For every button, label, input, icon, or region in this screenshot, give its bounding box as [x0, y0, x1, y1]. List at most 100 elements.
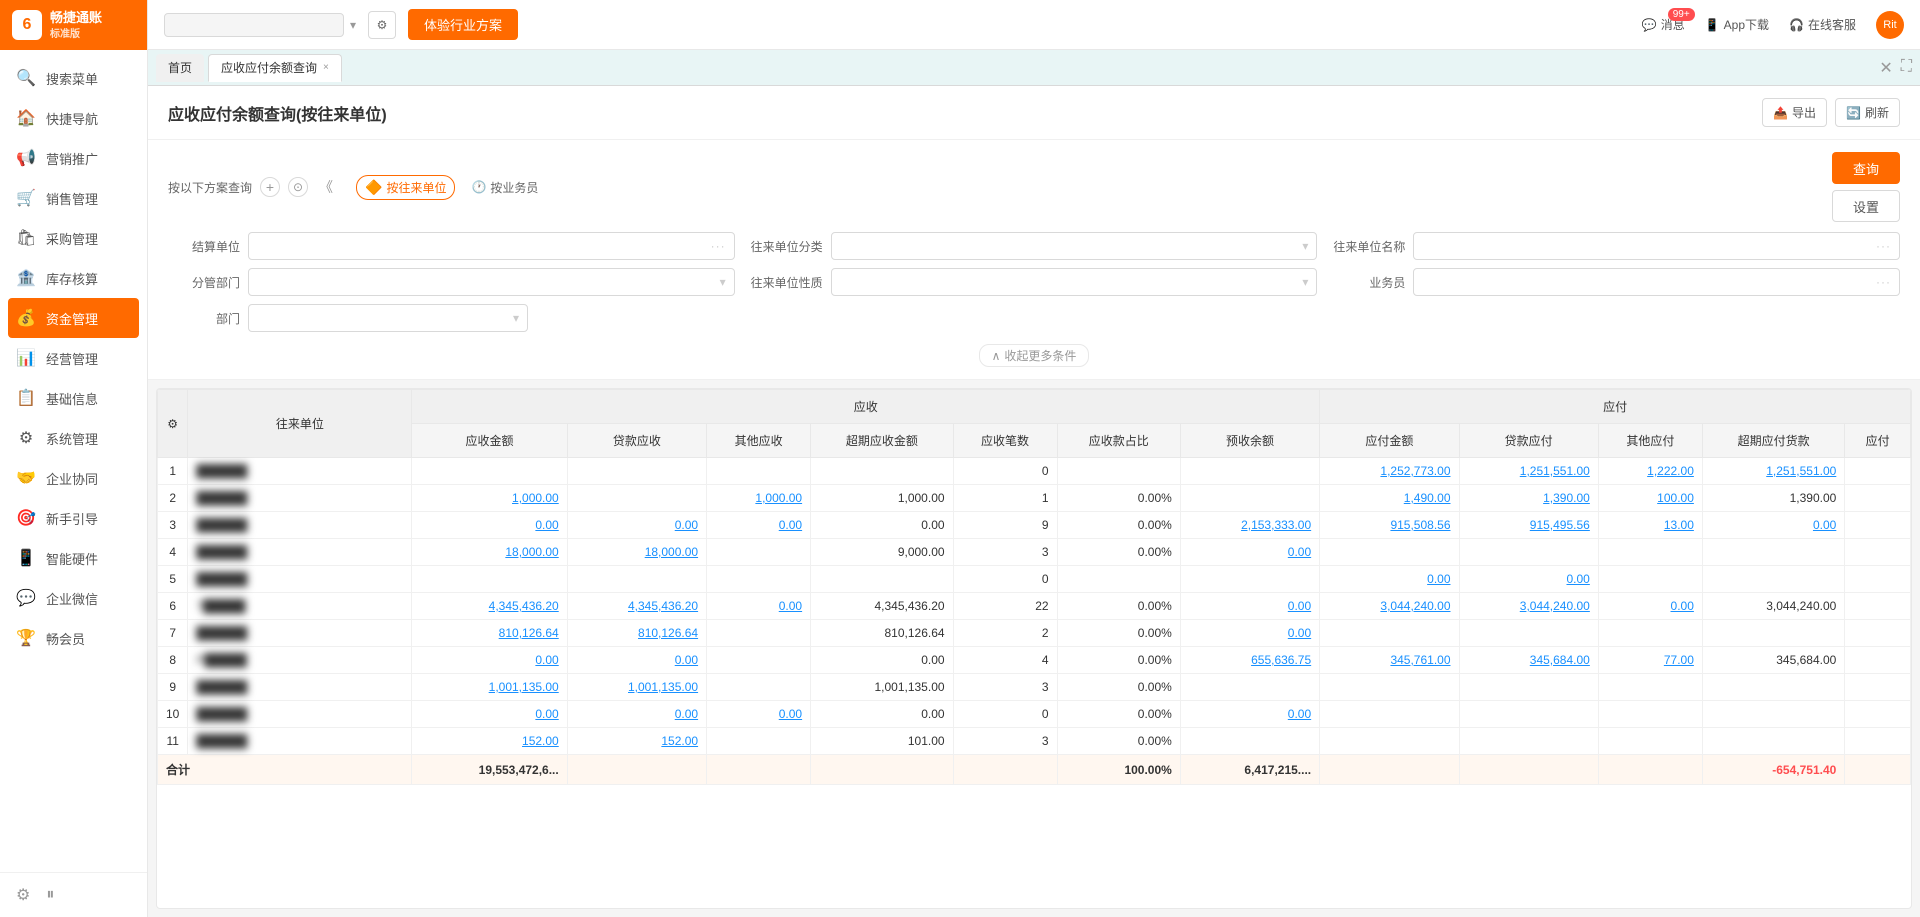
- refresh-button[interactable]: 🔄 刷新: [1835, 98, 1900, 127]
- row-pay-amount[interactable]: 3,044,240.00: [1320, 593, 1459, 620]
- export-button[interactable]: 📤 导出: [1762, 98, 1827, 127]
- filter-partner-type-input[interactable]: ▾: [831, 232, 1318, 260]
- sidebar-collapse-icon[interactable]: ⏸: [46, 886, 54, 904]
- app-download-button[interactable]: 📱 App下载: [1705, 16, 1769, 33]
- sidebar-item-purchase[interactable]: 🛍 采购管理: [0, 218, 147, 258]
- scheme-salesman[interactable]: 🕐 按业务员: [463, 176, 546, 199]
- row-recv-prepay[interactable]: 0.00: [1180, 593, 1319, 620]
- sidebar-item-weixin[interactable]: 💬 企业微信: [0, 578, 147, 618]
- row-recv-loan[interactable]: 1,001,135.00: [567, 674, 706, 701]
- row-recv-amount[interactable]: 0.00: [412, 512, 567, 539]
- row-pay-loan[interactable]: 3,044,240.00: [1459, 593, 1598, 620]
- row-partner: ██████: [188, 620, 412, 647]
- row-pay-amount[interactable]: 345,761.00: [1320, 647, 1459, 674]
- row-recv-amount[interactable]: 152.00: [412, 728, 567, 755]
- sidebar-item-collab[interactable]: 🤝 企业协同: [0, 458, 147, 498]
- row-recv-amount[interactable]: 0.00: [412, 647, 567, 674]
- query-button[interactable]: 查询: [1832, 152, 1900, 184]
- sidebar-settings-icon[interactable]: ⚙: [16, 885, 30, 905]
- row-recv-amount[interactable]: 1,001,135.00: [412, 674, 567, 701]
- row-pay-other[interactable]: 0.00: [1598, 593, 1702, 620]
- sidebar-item-system[interactable]: ⚙ 系统管理: [0, 418, 147, 458]
- row-pay-amount[interactable]: 1,252,773.00: [1320, 458, 1459, 485]
- tab-close-icon[interactable]: ×: [323, 62, 329, 73]
- tab-receivable[interactable]: 应收应付余额查询 ×: [208, 54, 342, 82]
- sidebar-item-hardware[interactable]: 📱 智能硬件: [0, 538, 147, 578]
- row-recv-loan[interactable]: 0.00: [567, 512, 706, 539]
- row-recv-other[interactable]: 0.00: [707, 512, 811, 539]
- sidebar-item-nav[interactable]: 🏠 快捷导航: [0, 98, 147, 138]
- row-recv-amount[interactable]: 18,000.00: [412, 539, 567, 566]
- row-pay-loan[interactable]: 1,251,551.00: [1459, 458, 1598, 485]
- sidebar-item-member[interactable]: 🏆 畅会员: [0, 618, 147, 658]
- sidebar-item-finance[interactable]: 💰 资金管理: [8, 298, 139, 338]
- filter-add-button[interactable]: +: [260, 177, 280, 197]
- row-pay-other[interactable]: 13.00: [1598, 512, 1702, 539]
- sidebar-item-inventory[interactable]: 🏦 库存核算: [0, 258, 147, 298]
- filter-settlement-input[interactable]: ···: [248, 232, 735, 260]
- filter-partner-nature-input[interactable]: ▾: [831, 268, 1318, 296]
- row-recv-other[interactable]: 1,000.00: [707, 485, 811, 512]
- collapse-button[interactable]: ∧ 收起更多条件: [979, 344, 1090, 367]
- row-recv-prepay[interactable]: 2,153,333.00: [1180, 512, 1319, 539]
- row-pay-other[interactable]: 77.00: [1598, 647, 1702, 674]
- row-recv-loan[interactable]: 0.00: [567, 701, 706, 728]
- industry-btn[interactable]: 体验行业方案: [408, 9, 518, 40]
- sidebar-item-search[interactable]: 🔍 搜索菜单: [0, 58, 147, 98]
- row-pay-loan: [1459, 728, 1598, 755]
- service-button[interactable]: 🎧 在线客服: [1789, 16, 1856, 33]
- row-pay-amount[interactable]: 0.00: [1320, 566, 1459, 593]
- row-pay-other[interactable]: 100.00: [1598, 485, 1702, 512]
- breadcrumb-input[interactable]: [164, 13, 344, 37]
- message-button[interactable]: 💬 消息 99+: [1642, 16, 1685, 33]
- filter-partner-type-label: 往来单位分类: [751, 238, 823, 255]
- filter-collapse-button[interactable]: 《: [316, 177, 336, 197]
- row-recv-loan[interactable]: 4,345,436.20: [567, 593, 706, 620]
- sidebar-item-guide[interactable]: 🎯 新手引导: [0, 498, 147, 538]
- user-area[interactable]: Rit: [1876, 11, 1904, 39]
- filter-partner-name-input[interactable]: ···: [1413, 232, 1900, 260]
- sidebar-item-operations[interactable]: 📊 经营管理: [0, 338, 147, 378]
- col-pay-other: 其他应付: [1598, 424, 1702, 458]
- row-pay-overdue[interactable]: 0.00: [1702, 512, 1844, 539]
- tab-home[interactable]: 首页: [156, 54, 204, 82]
- row-recv-amount[interactable]: 0.00: [412, 701, 567, 728]
- row-recv-loan[interactable]: 0.00: [567, 647, 706, 674]
- row-recv-other[interactable]: 0.00: [707, 701, 811, 728]
- scheme-partner[interactable]: 🔶 按往来单位: [356, 175, 455, 200]
- row-pay-amount[interactable]: 1,490.00: [1320, 485, 1459, 512]
- filter-main-dept-input[interactable]: ▾: [248, 304, 528, 332]
- row-pay-loan[interactable]: 1,390.00: [1459, 485, 1598, 512]
- row-recv-amount[interactable]: 1,000.00: [412, 485, 567, 512]
- settings-button[interactable]: ⚙: [368, 11, 396, 39]
- sidebar-item-sales[interactable]: 🛒 销售管理: [0, 178, 147, 218]
- row-recv-other[interactable]: 0.00: [707, 593, 811, 620]
- sidebar-item-basic[interactable]: 📋 基础信息: [0, 378, 147, 418]
- row-recv-prepay[interactable]: 0.00: [1180, 701, 1319, 728]
- filter-settings-button[interactable]: ⊙: [288, 177, 308, 197]
- sidebar-bottom: ⚙ ⏸: [0, 872, 147, 917]
- row-pay-loan[interactable]: 915,495.56: [1459, 512, 1598, 539]
- setting-button[interactable]: 设置: [1832, 190, 1900, 222]
- close-window-icon[interactable]: ✕: [1879, 58, 1892, 78]
- row-recv-loan[interactable]: 152.00: [567, 728, 706, 755]
- row-recv-loan[interactable]: 18,000.00: [567, 539, 706, 566]
- row-recv-prepay[interactable]: 0.00: [1180, 620, 1319, 647]
- maximize-window-icon[interactable]: ⛶: [1901, 58, 1912, 78]
- row-pay-overdue[interactable]: 1,251,551.00: [1702, 458, 1844, 485]
- table-settings-icon[interactable]: ⚙: [167, 417, 178, 431]
- row-recv-loan[interactable]: 810,126.64: [567, 620, 706, 647]
- data-table-container: ⚙ 往来单位 应收 应付 应收金额 贷款应收 其他应收 超期应收金额 应收笔数 …: [156, 388, 1912, 909]
- row-recv-amount[interactable]: 4,345,436.20: [412, 593, 567, 620]
- filter-dept-input[interactable]: ▾: [248, 268, 735, 296]
- row-recv-prepay[interactable]: 655,636.75: [1180, 647, 1319, 674]
- filter-salesman-input[interactable]: ···: [1413, 268, 1900, 296]
- row-recv-prepay[interactable]: 0.00: [1180, 539, 1319, 566]
- row-pay-other[interactable]: 1,222.00: [1598, 458, 1702, 485]
- row-pay-loan[interactable]: 0.00: [1459, 566, 1598, 593]
- sidebar-item-marketing[interactable]: 📢 营销推广: [0, 138, 147, 178]
- row-pay-loan[interactable]: 345,684.00: [1459, 647, 1598, 674]
- row-recv-amount[interactable]: 810,126.64: [412, 620, 567, 647]
- col-settings[interactable]: ⚙: [158, 390, 188, 458]
- row-pay-amount[interactable]: 915,508.56: [1320, 512, 1459, 539]
